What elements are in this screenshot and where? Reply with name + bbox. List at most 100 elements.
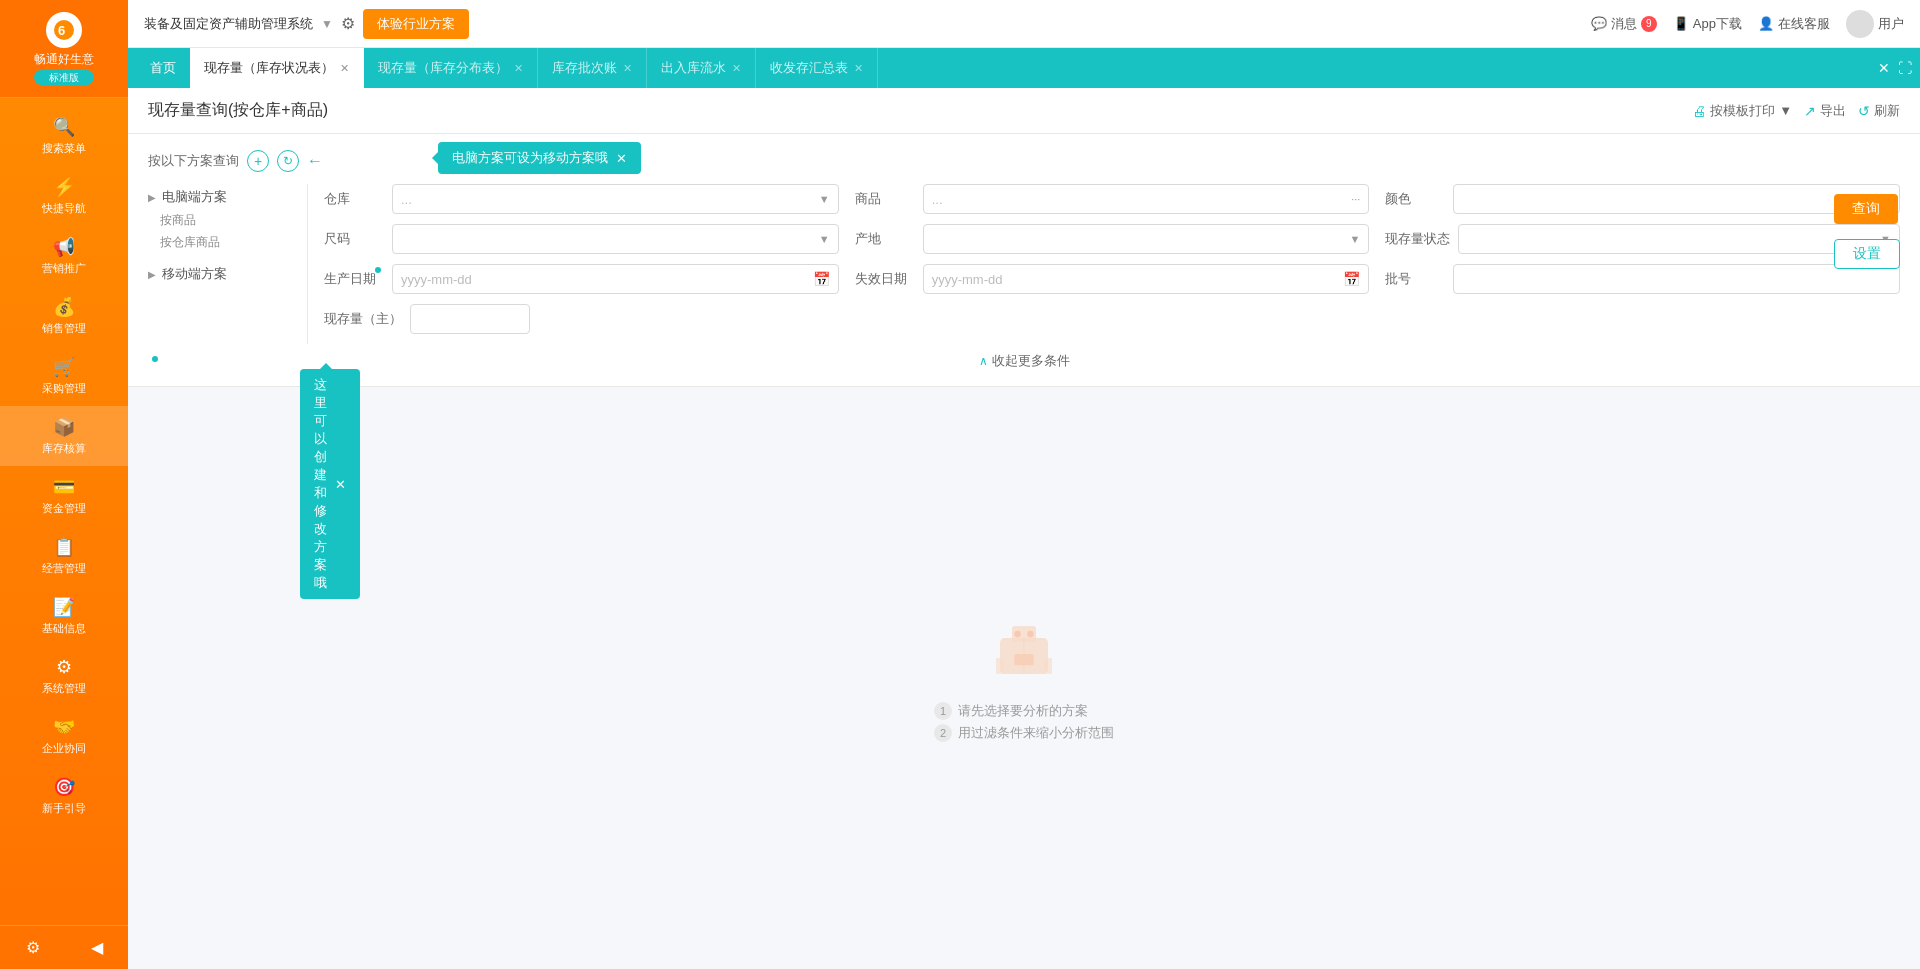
goods-label: 商品 xyxy=(855,190,915,208)
app-download-action[interactable]: 📱 App下载 xyxy=(1673,15,1742,33)
trial-btn[interactable]: 体验行业方案 xyxy=(363,9,469,39)
svg-text:6: 6 xyxy=(58,23,65,38)
dot-indicator-2 xyxy=(150,354,160,364)
print-dropdown-icon: ▼ xyxy=(1779,103,1792,118)
export-icon: ↗ xyxy=(1804,103,1816,119)
operation-icon: 📋 xyxy=(53,536,75,558)
edit-tooltip-close[interactable]: ✕ xyxy=(335,477,346,492)
tree-sub-item[interactable]: 按仓库商品 xyxy=(160,232,295,254)
sidebar-item-finance[interactable]: 💳 资金管理 xyxy=(0,466,128,526)
tab-label: 现存量（库存状况表） xyxy=(204,59,334,77)
sidebar-item-label: 库存核算 xyxy=(42,441,86,456)
sidebar-item-enterprise[interactable]: 🤝 企业协同 xyxy=(0,706,128,766)
sidebar-item-system[interactable]: ⚙ 系统管理 xyxy=(0,646,128,706)
sidebar-item-label: 快捷导航 xyxy=(42,201,86,216)
scheme-tooltip-close[interactable]: ✕ xyxy=(616,151,627,166)
sidebar-item-sales[interactable]: 💰 销售管理 xyxy=(0,286,128,346)
tree-item-pc[interactable]: ▶ 电脑端方案 xyxy=(148,184,295,210)
stock-main-input[interactable] xyxy=(410,304,530,334)
system-title: 装备及固定资产辅助管理系统 xyxy=(144,15,313,33)
inventory-icon: 📦 xyxy=(53,416,75,438)
tab-close-icon[interactable]: ✕ xyxy=(732,62,741,75)
filter-row-warehouse: 仓库 ... ▼ xyxy=(324,184,839,214)
filter-header: 按以下方案查询 + ↻ ← xyxy=(148,150,1900,172)
user-avatar xyxy=(1846,10,1874,38)
tab-collect-summary[interactable]: 收发存汇总表 ✕ xyxy=(756,48,878,88)
header-right: 💬 消息 9 📱 App下载 👤 在线客服 用户 xyxy=(1591,10,1904,38)
tree-sub-item[interactable]: 按商品 xyxy=(160,210,295,232)
message-action[interactable]: 💬 消息 9 xyxy=(1591,15,1657,33)
svg-rect-9 xyxy=(1044,658,1052,674)
service-icon: 👤 xyxy=(1758,16,1774,31)
sidebar-item-label: 营销推广 xyxy=(42,261,86,276)
tab-home[interactable]: 首页 xyxy=(136,59,190,77)
settings-btn[interactable]: 设置 xyxy=(1834,239,1900,269)
system-dropdown-icon[interactable]: ▼ xyxy=(321,17,333,31)
sidebar-item-purchase[interactable]: 🛒 采购管理 xyxy=(0,346,128,406)
origin-dropdown-icon: ▼ xyxy=(1349,233,1360,245)
user-action[interactable]: 用户 xyxy=(1846,10,1904,38)
refresh-btn[interactable]: ↺ 刷新 xyxy=(1858,102,1900,120)
sidebar-item-label: 系统管理 xyxy=(42,681,86,696)
search-menu-icon: 🔍 xyxy=(53,116,75,138)
finance-icon: 💳 xyxy=(53,476,75,498)
logo-badge: 标准版 xyxy=(34,70,94,85)
sidebar-collapse-btn[interactable]: ◀ xyxy=(91,938,103,957)
empty-illustration xyxy=(984,610,1064,690)
refresh-icon: ↺ xyxy=(1858,103,1870,119)
empty-tips: 1 请先选择要分析的方案 2 用过滤条件来缩小分析范围 xyxy=(934,702,1114,746)
tab-inout-flow[interactable]: 出入库流水 ✕ xyxy=(647,48,756,88)
filter-refresh-btn[interactable]: ↻ xyxy=(277,150,299,172)
sidebar-item-quick-nav[interactable]: ⚡ 快捷导航 xyxy=(0,166,128,226)
tab-close-all-btn[interactable]: ✕ xyxy=(1878,60,1890,76)
edit-tooltip-text: 这里可以创建和修改方案哦 xyxy=(314,376,327,592)
svg-point-4 xyxy=(1014,631,1020,637)
sidebar-bottom: ⚙ ◀ xyxy=(0,925,128,969)
origin-select[interactable]: ▼ xyxy=(923,224,1370,254)
tree-arrow-icon: ▶ xyxy=(148,269,156,280)
goods-select[interactable]: ... ··· xyxy=(923,184,1370,214)
tab-close-icon[interactable]: ✕ xyxy=(623,62,632,75)
tip-num-1: 1 xyxy=(934,702,952,720)
sidebar: 6 畅通好生意 标准版 🔍 搜索菜单 ⚡ 快捷导航 📢 营销推广 💰 销售管理 … xyxy=(0,0,128,969)
empty-tip-2: 2 用过滤条件来缩小分析范围 xyxy=(934,724,1114,742)
sidebar-item-inventory[interactable]: 📦 库存核算 xyxy=(0,406,128,466)
export-btn[interactable]: ↗ 导出 xyxy=(1804,102,1846,120)
print-template-btn[interactable]: 🖨 按模板打印 ▼ xyxy=(1692,102,1792,120)
sidebar-item-marketing[interactable]: 📢 营销推广 xyxy=(0,226,128,286)
tab-batch-ledger[interactable]: 库存批次账 ✕ xyxy=(538,48,647,88)
sidebar-item-label: 经营管理 xyxy=(42,561,86,576)
tab-inventory-status[interactable]: 现存量（库存状况表） ✕ xyxy=(190,48,364,88)
tab-bar-right: ✕ ⛶ xyxy=(1878,60,1912,76)
online-service-action[interactable]: 👤 在线客服 xyxy=(1758,15,1830,33)
logo-icon: 6 xyxy=(46,12,82,48)
tab-close-icon[interactable]: ✕ xyxy=(514,62,523,75)
filter-row-size: 尺码 ▼ xyxy=(324,224,839,254)
content-area: 现存量查询(按仓库+商品) 🖨 按模板打印 ▼ ↗ 导出 ↺ 刷新 xyxy=(128,88,1920,969)
warehouse-select[interactable]: ... ▼ xyxy=(392,184,839,214)
tab-close-icon[interactable]: ✕ xyxy=(854,62,863,75)
phone-icon: 📱 xyxy=(1673,16,1689,31)
sidebar-item-search-menu[interactable]: 🔍 搜索菜单 xyxy=(0,106,128,166)
tab-fullscreen-btn[interactable]: ⛶ xyxy=(1898,60,1912,76)
header-settings-icon[interactable]: ⚙ xyxy=(341,14,355,33)
sidebar-settings-btn[interactable]: ⚙ xyxy=(26,938,40,957)
sidebar-item-basic-info[interactable]: 📝 基础信息 xyxy=(0,586,128,646)
mfg-date-input[interactable]: yyyy-mm-dd 📅 xyxy=(392,264,839,294)
tree-arrow-icon: ▶ xyxy=(148,192,156,203)
batch-input[interactable] xyxy=(1453,264,1900,294)
filter-add-btn[interactable]: + xyxy=(247,150,269,172)
tree-item-mobile[interactable]: ▶ 移动端方案 xyxy=(148,261,295,287)
tab-inventory-dist[interactable]: 现存量（库存分布表） ✕ xyxy=(364,48,538,88)
color-select[interactable]: ▼ xyxy=(1453,184,1900,214)
enterprise-icon: 🤝 xyxy=(53,716,75,738)
size-select[interactable]: ▼ xyxy=(392,224,839,254)
filter-back-arrow[interactable]: ← xyxy=(307,152,323,170)
tab-close-icon[interactable]: ✕ xyxy=(340,62,349,75)
exp-date-input[interactable]: yyyy-mm-dd 📅 xyxy=(923,264,1370,294)
sidebar-item-guide[interactable]: 🎯 新手引导 xyxy=(0,766,128,826)
sidebar-item-operation[interactable]: 📋 经营管理 xyxy=(0,526,128,586)
filter-collapse-btn[interactable]: ∧ 收起更多条件 xyxy=(148,344,1900,370)
search-btn[interactable]: 查询 xyxy=(1834,194,1898,224)
scheme-tooltip: 电脑方案可设为移动方案哦 ✕ xyxy=(438,142,641,174)
